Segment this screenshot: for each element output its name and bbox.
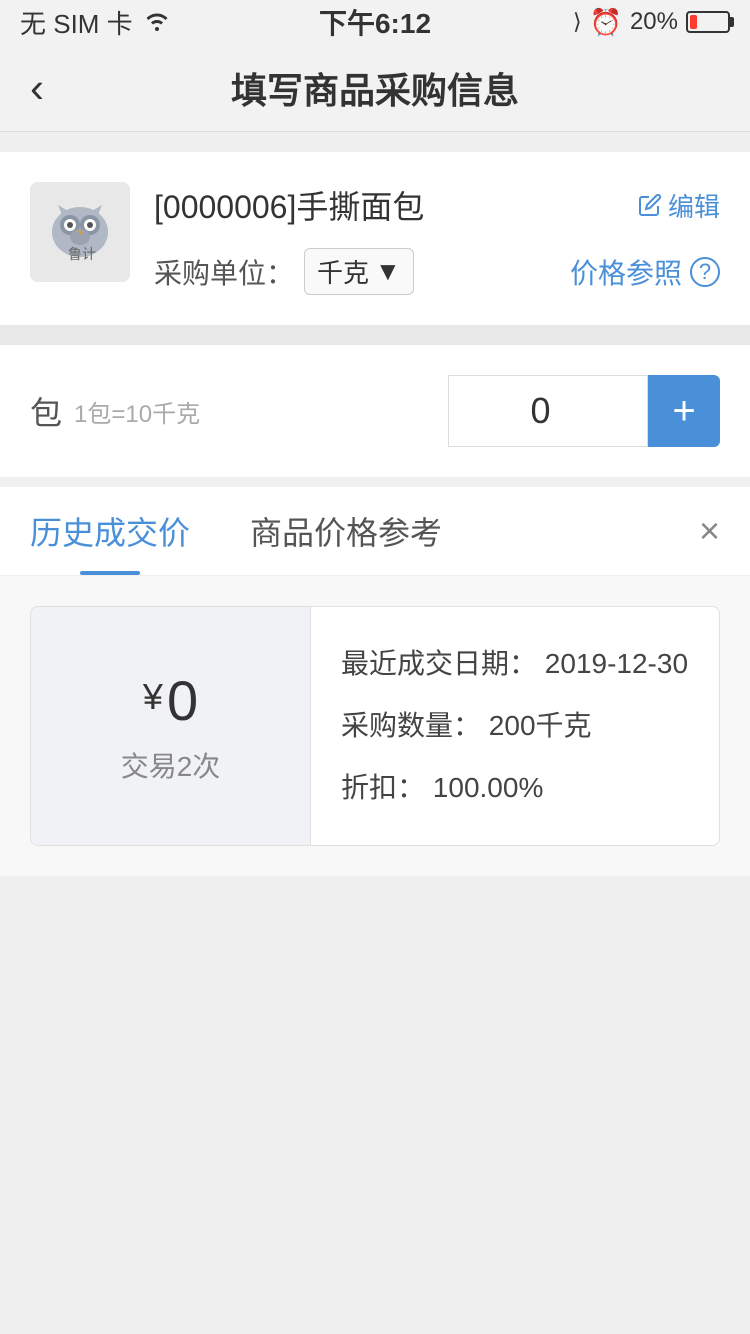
discount-value: 100.00% bbox=[433, 772, 544, 803]
status-left: 无 SIM 卡 bbox=[20, 4, 171, 41]
product-card: 鲁计 [0000006]手撕面包 编辑 采购单位： 千克 ▼ bbox=[0, 152, 750, 325]
svg-text:鲁计: 鲁计 bbox=[68, 246, 96, 262]
purchase-qty-label: 采购数量： bbox=[341, 710, 481, 741]
status-bar: 无 SIM 卡 下午6:12 ⟩ ⏰ 20% bbox=[0, 0, 750, 44]
price-ref-label: 价格参照 bbox=[570, 252, 682, 292]
edit-button[interactable]: 编辑 bbox=[638, 187, 720, 224]
unit-label: 采购单位： 千克 ▼ bbox=[154, 248, 414, 295]
dropdown-arrow-icon: ▼ bbox=[375, 256, 401, 287]
unit-value: 千克 bbox=[317, 253, 369, 290]
latest-date-row: 最近成交日期： 2019-12-30 bbox=[341, 643, 689, 685]
trade-count: 交易2次 bbox=[121, 745, 221, 785]
location-icon: ⟩ bbox=[573, 9, 582, 35]
product-image: 鲁计 bbox=[30, 182, 130, 282]
quantity-unit-equiv: 1包=10千克 bbox=[74, 394, 200, 429]
purchase-qty-row: 采购数量： 200千克 bbox=[341, 705, 689, 747]
back-button[interactable]: ‹ bbox=[30, 67, 44, 109]
purchase-qty-value: 200千克 bbox=[489, 710, 592, 741]
quantity-label: 包 1包=10千克 bbox=[30, 388, 200, 434]
tab-history-label: 历史成交价 bbox=[30, 508, 190, 554]
price-detail-right: 最近成交日期： 2019-12-30 采购数量： 200千克 折扣： 100.0… bbox=[311, 607, 719, 845]
discount-row: 折扣： 100.00% bbox=[341, 767, 689, 809]
price-summary-left: ¥ 0 交易2次 bbox=[31, 607, 311, 845]
quantity-unit-icon: 包 bbox=[30, 388, 62, 434]
status-time: 下午6:12 bbox=[319, 2, 431, 42]
price-ref-help-icon: ? bbox=[690, 257, 720, 287]
battery-percent: 20% bbox=[630, 8, 678, 36]
status-right: ⟩ ⏰ 20% bbox=[573, 7, 730, 38]
product-info: [0000006]手撕面包 编辑 采购单位： 千克 ▼ 价格参照 ? bbox=[154, 182, 720, 295]
price-panel-tabs: 历史成交价 商品价格参考 × bbox=[0, 487, 750, 576]
wifi-icon bbox=[143, 7, 171, 38]
product-thumbnail: 鲁计 bbox=[40, 187, 120, 277]
quantity-input[interactable] bbox=[448, 375, 648, 447]
page-title: 填写商品采购信息 bbox=[231, 62, 519, 114]
quantity-control: + bbox=[448, 375, 720, 447]
carrier-label: 无 SIM 卡 bbox=[20, 4, 133, 41]
latest-date-value: 2019-12-30 bbox=[545, 648, 688, 679]
product-header: [0000006]手撕面包 编辑 bbox=[154, 182, 720, 228]
price-card: ¥ 0 交易2次 最近成交日期： 2019-12-30 采购数量： 200千克 … bbox=[30, 606, 720, 846]
close-panel-button[interactable]: × bbox=[699, 510, 720, 552]
price-reference-button[interactable]: 价格参照 ? bbox=[570, 252, 720, 292]
price-reference-panel: 历史成交价 商品价格参考 × ¥ 0 交易2次 最近成交日期： 2019-12-… bbox=[0, 487, 750, 876]
latest-date-label: 最近成交日期： bbox=[341, 648, 537, 679]
tab-market-label: 商品价格参考 bbox=[250, 508, 442, 554]
discount-label: 折扣： bbox=[341, 772, 425, 803]
tab-history-price[interactable]: 历史成交价 bbox=[30, 487, 190, 575]
section-divider bbox=[0, 325, 750, 345]
quantity-plus-button[interactable]: + bbox=[648, 375, 720, 447]
quantity-row: 包 1包=10千克 + bbox=[0, 345, 750, 477]
price-content: ¥ 0 交易2次 最近成交日期： 2019-12-30 采购数量： 200千克 … bbox=[0, 576, 750, 876]
product-unit-row: 采购单位： 千克 ▼ 价格参照 ? bbox=[154, 248, 720, 295]
nav-bar: ‹ 填写商品采购信息 bbox=[0, 44, 750, 132]
price-amount-display: ¥ 0 bbox=[143, 668, 198, 733]
tab-market-price[interactable]: 商品价格参考 bbox=[250, 487, 442, 575]
product-name: [0000006]手撕面包 bbox=[154, 182, 424, 228]
currency-symbol: ¥ bbox=[143, 676, 163, 718]
alarm-icon: ⏰ bbox=[590, 7, 622, 38]
price-value: 0 bbox=[167, 668, 198, 733]
edit-label: 编辑 bbox=[668, 187, 720, 224]
unit-select-dropdown[interactable]: 千克 ▼ bbox=[304, 248, 414, 295]
battery-icon bbox=[686, 11, 730, 33]
